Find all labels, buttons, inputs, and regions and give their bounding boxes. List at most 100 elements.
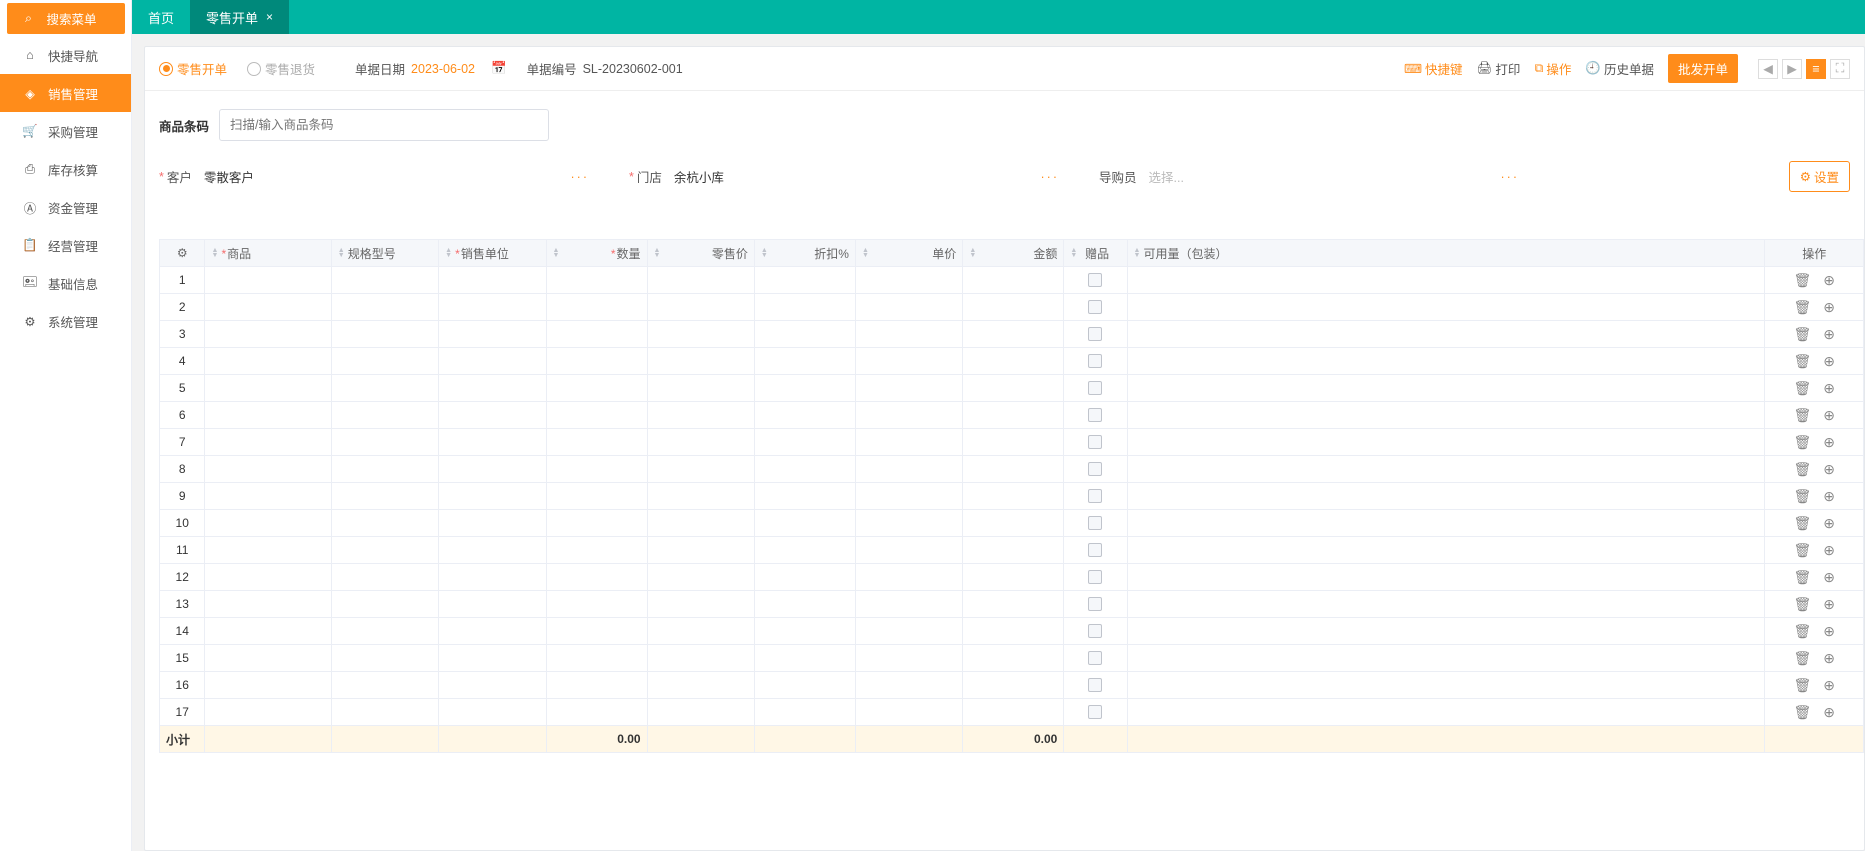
cell-spec[interactable] [331,267,438,294]
col-gear[interactable]: ⚙ [160,240,205,267]
cell-retail[interactable] [647,321,754,348]
cell-product[interactable] [205,429,331,456]
cell-amount[interactable] [963,510,1064,537]
gift-checkbox[interactable] [1088,435,1102,449]
cell-qty[interactable] [546,618,647,645]
table-row[interactable]: 8🗑⊕ [160,456,1864,483]
radio-retail-create[interactable]: 零售开单 [159,59,227,78]
cell-gift[interactable] [1064,618,1127,645]
cell-uprice[interactable] [855,537,962,564]
cell-uprice[interactable] [855,348,962,375]
cell-uprice[interactable] [855,483,962,510]
cell-uprice[interactable] [855,564,962,591]
operate-button[interactable]: ⧉ 操作 [1534,59,1571,78]
cell-qty[interactable] [546,267,647,294]
cell-avail[interactable] [1127,375,1765,402]
cell-gift[interactable] [1064,321,1127,348]
cell-spec[interactable] [331,321,438,348]
cell-unit[interactable] [439,537,546,564]
delete-icon[interactable]: 🗑 [1793,677,1811,694]
batch-order-button[interactable]: 批发开单 [1668,54,1738,83]
add-row-icon[interactable]: ⊕ [1823,515,1835,532]
cell-spec[interactable] [331,618,438,645]
cell-avail[interactable] [1127,483,1765,510]
delete-icon[interactable]: 🗑 [1793,569,1811,586]
add-row-icon[interactable]: ⊕ [1823,434,1835,451]
add-row-icon[interactable]: ⊕ [1823,407,1835,424]
cell-discount[interactable] [754,672,855,699]
cell-retail[interactable] [647,267,754,294]
cell-unit[interactable] [439,402,546,429]
cell-avail[interactable] [1127,618,1765,645]
cell-retail[interactable] [647,618,754,645]
add-row-icon[interactable]: ⊕ [1823,353,1835,370]
cell-qty[interactable] [546,402,647,429]
delete-icon[interactable]: 🗑 [1793,326,1811,343]
cell-unit[interactable] [439,294,546,321]
search-menu-button[interactable]: ⌕ 搜索菜单 [7,3,125,34]
cell-unit[interactable] [439,348,546,375]
cell-product[interactable] [205,321,331,348]
table-row[interactable]: 17🗑⊕ [160,699,1864,726]
cell-avail[interactable] [1127,564,1765,591]
cell-avail[interactable] [1127,267,1765,294]
col-uprice[interactable]: ▲▼单价 [855,240,962,267]
col-qty[interactable]: ▲▼*数量 [546,240,647,267]
cell-discount[interactable] [754,483,855,510]
nav-expand-button[interactable]: ⛶ [1830,59,1850,79]
gift-checkbox[interactable] [1088,381,1102,395]
add-row-icon[interactable]: ⊕ [1823,704,1835,721]
gift-checkbox[interactable] [1088,300,1102,314]
table-row[interactable]: 4🗑⊕ [160,348,1864,375]
table-row[interactable]: 1🗑⊕ [160,267,1864,294]
table-row[interactable]: 5🗑⊕ [160,375,1864,402]
table-row[interactable]: 3🗑⊕ [160,321,1864,348]
cell-qty[interactable] [546,537,647,564]
gift-checkbox[interactable] [1088,489,1102,503]
cell-discount[interactable] [754,321,855,348]
cell-amount[interactable] [963,375,1064,402]
gift-checkbox[interactable] [1088,543,1102,557]
table-wrap[interactable]: ⚙ ▲▼ *商品 ▲▼ 规格型号 ▲▼ *销售单位 ▲▼*数量 ▲▼零售价 ▲▼… [159,239,1864,850]
gift-checkbox[interactable] [1088,516,1102,530]
cell-uprice[interactable] [855,375,962,402]
cell-gift[interactable] [1064,564,1127,591]
sidebar-item-0[interactable]: ⌂快捷导航 [0,36,131,74]
cell-discount[interactable] [754,564,855,591]
cell-uprice[interactable] [855,591,962,618]
table-row[interactable]: 10🗑⊕ [160,510,1864,537]
add-row-icon[interactable]: ⊕ [1823,299,1835,316]
cell-amount[interactable] [963,402,1064,429]
cell-uprice[interactable] [855,645,962,672]
col-product[interactable]: ▲▼ *商品 [205,240,331,267]
cell-product[interactable] [205,375,331,402]
cell-unit[interactable] [439,672,546,699]
cell-discount[interactable] [754,402,855,429]
cell-unit[interactable] [439,456,546,483]
cell-qty[interactable] [546,321,647,348]
settings-button[interactable]: ⚙ 设置 [1789,161,1850,192]
cell-discount[interactable] [754,456,855,483]
cell-product[interactable] [205,537,331,564]
cell-gift[interactable] [1064,591,1127,618]
cell-avail[interactable] [1127,537,1765,564]
cell-spec[interactable] [331,510,438,537]
cell-uprice[interactable] [855,321,962,348]
cell-discount[interactable] [754,618,855,645]
cell-avail[interactable] [1127,402,1765,429]
col-spec[interactable]: ▲▼ 规格型号 [331,240,438,267]
cell-discount[interactable] [754,375,855,402]
nav-list-button[interactable]: ≡ [1806,59,1826,79]
cell-discount[interactable] [754,699,855,726]
cell-uprice[interactable] [855,402,962,429]
more-icon[interactable]: ··· [571,170,590,184]
cell-avail[interactable] [1127,645,1765,672]
cell-product[interactable] [205,672,331,699]
table-row[interactable]: 14🗑⊕ [160,618,1864,645]
cell-spec[interactable] [331,348,438,375]
cell-product[interactable] [205,510,331,537]
cell-amount[interactable] [963,294,1064,321]
delete-icon[interactable]: 🗑 [1793,380,1811,397]
cell-unit[interactable] [439,321,546,348]
cell-amount[interactable] [963,348,1064,375]
